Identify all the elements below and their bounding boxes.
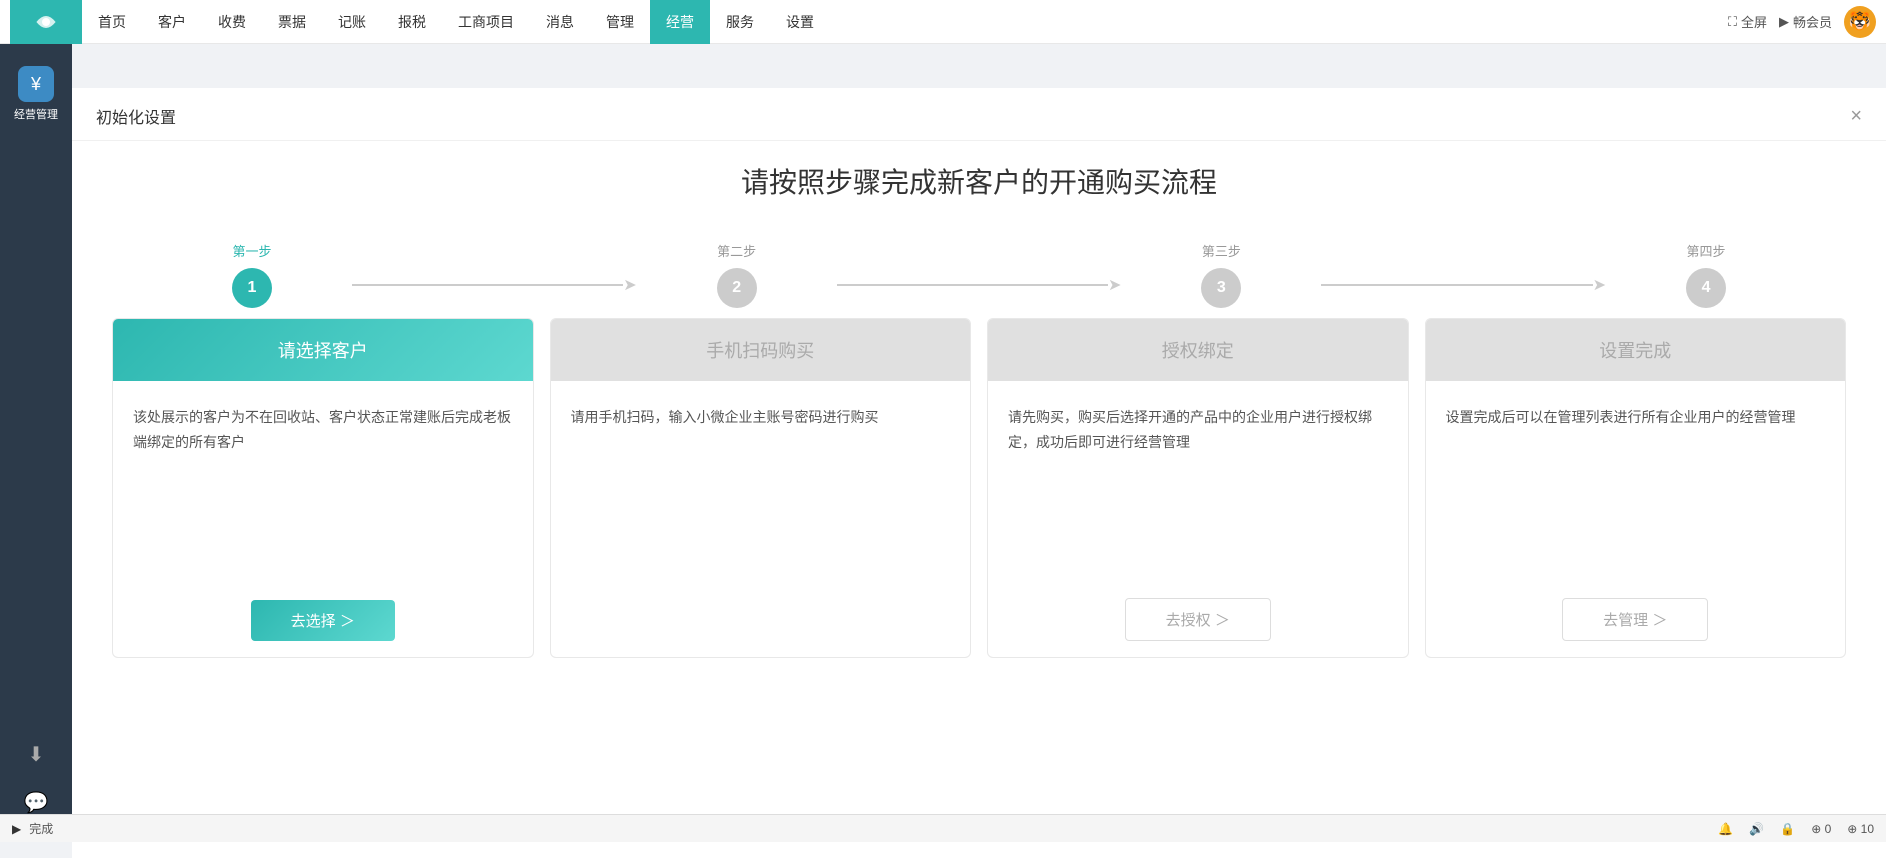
status-bar-left: ▶ 完成 xyxy=(12,820,53,837)
counter-0: ⊕ 0 xyxy=(1811,822,1831,836)
card-1-body: 该处展示的客户为不在回收站、客户状态正常建账后完成老板端绑定的所有客户 xyxy=(113,381,533,584)
nav-accounting[interactable]: 记账 xyxy=(322,0,382,44)
fullscreen-icon: ⛶ xyxy=(1728,14,1737,30)
nav-logo xyxy=(10,0,82,44)
step-3-label: 第三步 xyxy=(1202,241,1241,260)
operation-icon: ¥ xyxy=(18,66,54,102)
go-manage-button[interactable]: 去管理 ＞ xyxy=(1562,598,1708,641)
card-2-header: 手机扫码购买 xyxy=(551,319,971,381)
card-3-footer: 去授权 ＞ xyxy=(988,582,1408,657)
arrow-3-4: ➤ xyxy=(1593,275,1606,295)
card-1-header: 请选择客户 xyxy=(113,319,533,381)
user-avatar[interactable]: 🐯 xyxy=(1844,6,1876,38)
status-bar: ▶ 完成 🔔 🔊 🔒 ⊕ 0 ⊕ 10 xyxy=(0,814,1886,842)
main-content: 初始化设置 × 请按照步骤完成新客户的开通购买流程 第一步 1 ➤ 第二步 xyxy=(72,88,1886,858)
nav-service[interactable]: 服务 xyxy=(710,0,770,44)
page-header: 初始化设置 × xyxy=(72,88,1886,141)
card-4-header: 设置完成 xyxy=(1426,319,1846,381)
step-4-label: 第四步 xyxy=(1687,241,1726,260)
card-setup-done: 设置完成 设置完成后可以在管理列表进行所有企业用户的经营管理 去管理 ＞ xyxy=(1425,318,1847,658)
step-1-block: 第一步 1 xyxy=(152,241,352,308)
sidebar-item-operation[interactable]: ¥ 经营管理 xyxy=(0,54,72,134)
step-3-block: 第三步 3 xyxy=(1121,241,1321,308)
card-3-header: 授权绑定 xyxy=(988,319,1408,381)
step-2-label: 第二步 xyxy=(717,241,756,260)
top-nav: 首页 客户 收费 票据 记账 报税 工商项目 消息 管理 经营 服务 设置 ⛶ … xyxy=(0,0,1886,44)
step-2-circle: 2 xyxy=(717,268,757,308)
page-title: 初始化设置 xyxy=(96,104,176,128)
nav-right: ⛶ 全屏 ▶ 畅会员 🐯 xyxy=(1728,6,1876,38)
play-icon: ▶ xyxy=(1779,14,1789,30)
nav-business[interactable]: 工商项目 xyxy=(442,0,530,44)
sidebar: ¥ 经营管理 ⬇ 💬 xyxy=(0,44,72,842)
vip-btn[interactable]: ▶ 畅会员 xyxy=(1779,12,1832,31)
card-4-body: 设置完成后可以在管理列表进行所有企业用户的经营管理 xyxy=(1426,381,1846,582)
card-qr-buy: 手机扫码购买 请用手机扫码，输入小微企业主账号密码进行购买 xyxy=(550,318,972,658)
step-2-block: 第二步 2 xyxy=(637,241,837,308)
nav-operation[interactable]: 经营 xyxy=(650,0,710,44)
nav-tax[interactable]: 报税 xyxy=(382,0,442,44)
notify-icon: 🔔 xyxy=(1718,822,1733,836)
connector-3-4: ➤ xyxy=(1321,255,1606,295)
arrow-2-3: ➤ xyxy=(1108,275,1121,295)
step-4-circle: 4 xyxy=(1686,268,1726,308)
content-area: 请按照步骤完成新客户的开通购买流程 第一步 1 ➤ 第二步 2 xyxy=(72,141,1886,678)
nav-fee[interactable]: 收费 xyxy=(202,0,262,44)
card-auth-bind: 授权绑定 请先购买，购买后选择开通的产品中的企业用户进行授权绑定，成功后即可进行… xyxy=(987,318,1409,658)
counter-10: ⊕ 10 xyxy=(1847,822,1874,836)
lock-icon: 🔒 xyxy=(1780,822,1795,836)
connector-2-3: ➤ xyxy=(837,255,1122,295)
nav-message[interactable]: 消息 xyxy=(530,0,590,44)
step-1-circle: 1 xyxy=(232,268,272,308)
status-bar-right: 🔔 🔊 🔒 ⊕ 0 ⊕ 10 xyxy=(1718,822,1874,836)
fullscreen-btn[interactable]: ⛶ 全屏 xyxy=(1728,12,1767,31)
nav-settings[interactable]: 设置 xyxy=(770,0,830,44)
status-play-icon: ▶ xyxy=(12,822,21,836)
step-1-label: 第一步 xyxy=(232,241,271,260)
nav-customer[interactable]: 客户 xyxy=(142,0,202,44)
nav-items: 首页 客户 收费 票据 记账 报税 工商项目 消息 管理 经营 服务 设置 xyxy=(82,0,1728,44)
card-1-footer: 去选择 ＞ xyxy=(113,584,533,657)
card-2-footer xyxy=(551,625,971,657)
cards-row: 请选择客户 该处展示的客户为不在回收站、客户状态正常建账后完成老板端绑定的所有客… xyxy=(112,318,1846,658)
go-auth-button[interactable]: 去授权 ＞ xyxy=(1125,598,1271,641)
close-button[interactable]: × xyxy=(1850,106,1862,126)
arrow-1-2: ➤ xyxy=(623,275,636,295)
step-3-circle: 3 xyxy=(1201,268,1241,308)
card-3-body: 请先购买，购买后选择开通的产品中的企业用户进行授权绑定，成功后即可进行经营管理 xyxy=(988,381,1408,582)
main-title: 请按照步骤完成新客户的开通购买流程 xyxy=(112,161,1846,201)
status-text: 完成 xyxy=(29,820,53,837)
card-2-body: 请用手机扫码，输入小微企业主账号密码进行购买 xyxy=(551,381,971,625)
nav-invoice[interactable]: 票据 xyxy=(262,0,322,44)
nav-home[interactable]: 首页 xyxy=(82,0,142,44)
card-select-customer: 请选择客户 该处展示的客户为不在回收站、客户状态正常建账后完成老板端绑定的所有客… xyxy=(112,318,534,658)
card-4-footer: 去管理 ＞ xyxy=(1426,582,1846,657)
connector-1-2: ➤ xyxy=(352,255,637,295)
go-select-button[interactable]: 去选择 ＞ xyxy=(251,600,395,641)
download-icon[interactable]: ⬇ xyxy=(16,734,56,774)
nav-manage[interactable]: 管理 xyxy=(590,0,650,44)
sound-icon: 🔊 xyxy=(1749,822,1764,836)
steps-flow: 第一步 1 ➤ 第二步 2 ➤ xyxy=(112,241,1846,308)
step-4-block: 第四步 4 xyxy=(1606,241,1806,308)
